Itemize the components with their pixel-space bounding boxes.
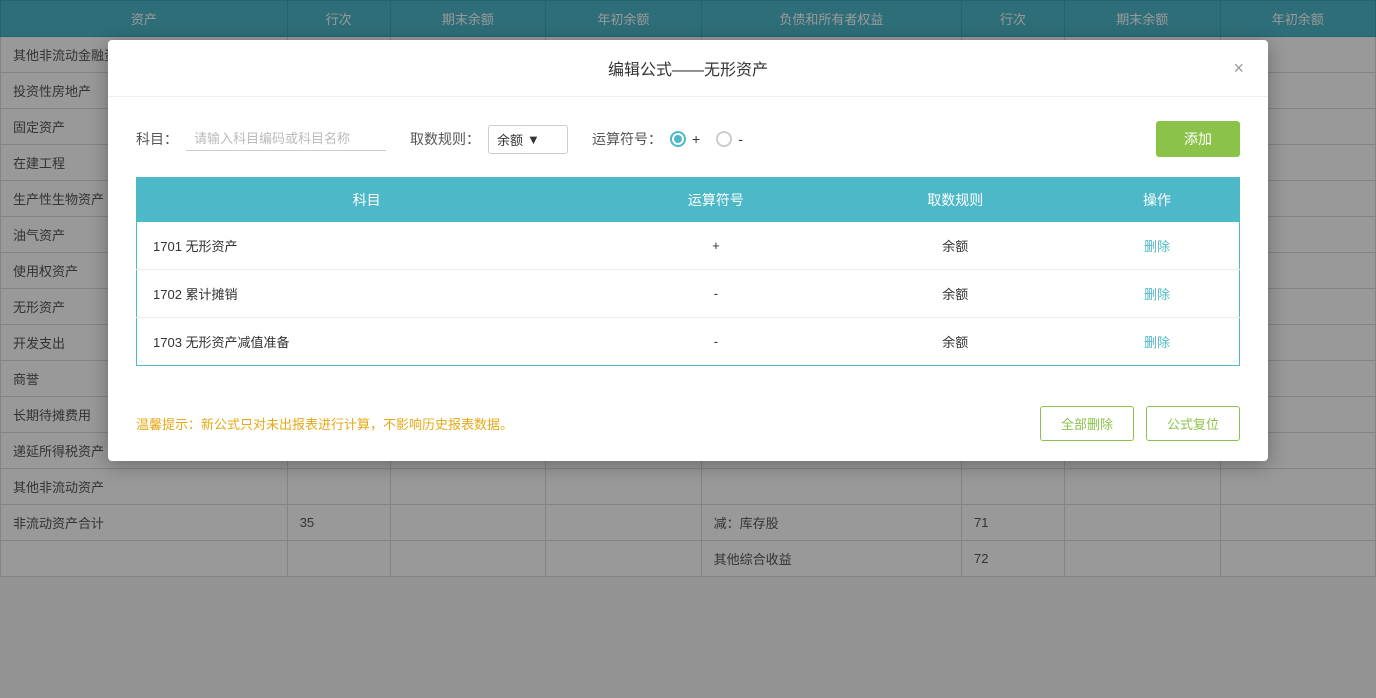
formula-col-header: 科目	[137, 178, 597, 223]
formula-row: 1701 无形资产+余额 删除	[137, 222, 1240, 270]
formula-action: 删除	[1075, 222, 1240, 270]
formula-col-header: 运算符号	[596, 178, 835, 223]
form-row: 科目： 取数规则： 余额 ▼ 运算符号：	[136, 121, 1240, 157]
footer-buttons: 全部删除 公式复位	[1040, 406, 1240, 441]
operator-minus-radio[interactable]: -	[716, 131, 743, 147]
operator-group: 运算符号： + -	[592, 129, 743, 149]
modal-overlay: 编辑公式——无形资产 × 科目： 取数规则： 余额 ▼	[0, 0, 1376, 698]
formula-action: 删除	[1075, 270, 1240, 318]
subject-group: 科目：	[136, 127, 386, 151]
delete-row-button[interactable]: 删除	[1144, 287, 1170, 302]
formula-operator: -	[596, 318, 835, 366]
close-button[interactable]: ×	[1225, 55, 1252, 81]
operator-minus-label: -	[738, 131, 743, 147]
formula-row: 1703 无形资产减值准备-余额 删除	[137, 318, 1240, 366]
formula-row: 1702 累计摊销-余额 删除	[137, 270, 1240, 318]
formula-action: 删除	[1075, 318, 1240, 366]
formula-col-header: 操作	[1075, 178, 1240, 223]
radio-unchecked-icon	[716, 131, 732, 147]
rule-select[interactable]: 余额 ▼	[488, 125, 568, 154]
delete-row-button[interactable]: 删除	[1144, 239, 1170, 254]
formula-rule: 余额	[836, 318, 1075, 366]
formula-subject: 1703 无形资产减值准备	[137, 318, 597, 366]
formula-table: 科目运算符号取数规则操作 1701 无形资产+余额删除1702 累计摊销-余额删…	[136, 177, 1240, 366]
rule-group: 取数规则： 余额 ▼	[410, 125, 568, 154]
operator-plus-radio[interactable]: +	[670, 131, 700, 147]
radio-checked-icon	[670, 131, 686, 147]
operator-plus-label: +	[692, 131, 700, 147]
formula-col-header: 取数规则	[836, 178, 1075, 223]
footer-hint: 温馨提示：新公式只对未出报表进行计算，不影响历史报表数据。	[136, 414, 513, 433]
formula-operator: -	[596, 270, 835, 318]
subject-label: 科目：	[136, 129, 178, 149]
chevron-down-icon: ▼	[527, 132, 540, 147]
rule-value: 余额	[497, 130, 523, 149]
modal-dialog: 编辑公式——无形资产 × 科目： 取数规则： 余额 ▼	[108, 40, 1268, 461]
subject-input[interactable]	[186, 127, 386, 151]
formula-subject: 1702 累计摊销	[137, 270, 597, 318]
modal-title: 编辑公式——无形资产	[608, 62, 768, 79]
modal-body: 科目： 取数规则： 余额 ▼ 运算符号：	[108, 97, 1268, 390]
formula-operator: +	[596, 222, 835, 270]
radio-dot	[674, 135, 682, 143]
page-container: 资产行次期末余额年初余额负债和所有者权益行次期末余额年初余额 其他非流动金融资产…	[0, 0, 1376, 698]
add-button[interactable]: 添加	[1156, 121, 1240, 157]
delete-all-button[interactable]: 全部删除	[1040, 406, 1134, 441]
formula-rule: 余额	[836, 270, 1075, 318]
operator-label: 运算符号：	[592, 129, 662, 149]
rule-label: 取数规则：	[410, 129, 480, 149]
modal-footer: 温馨提示：新公式只对未出报表进行计算，不影响历史报表数据。 全部删除 公式复位	[108, 390, 1268, 461]
formula-subject: 1701 无形资产	[137, 222, 597, 270]
operator-radio-group: + -	[670, 131, 743, 147]
delete-row-button[interactable]: 删除	[1144, 335, 1170, 350]
reset-formula-button[interactable]: 公式复位	[1146, 406, 1240, 441]
modal-header: 编辑公式——无形资产 ×	[108, 40, 1268, 97]
formula-rule: 余额	[836, 222, 1075, 270]
